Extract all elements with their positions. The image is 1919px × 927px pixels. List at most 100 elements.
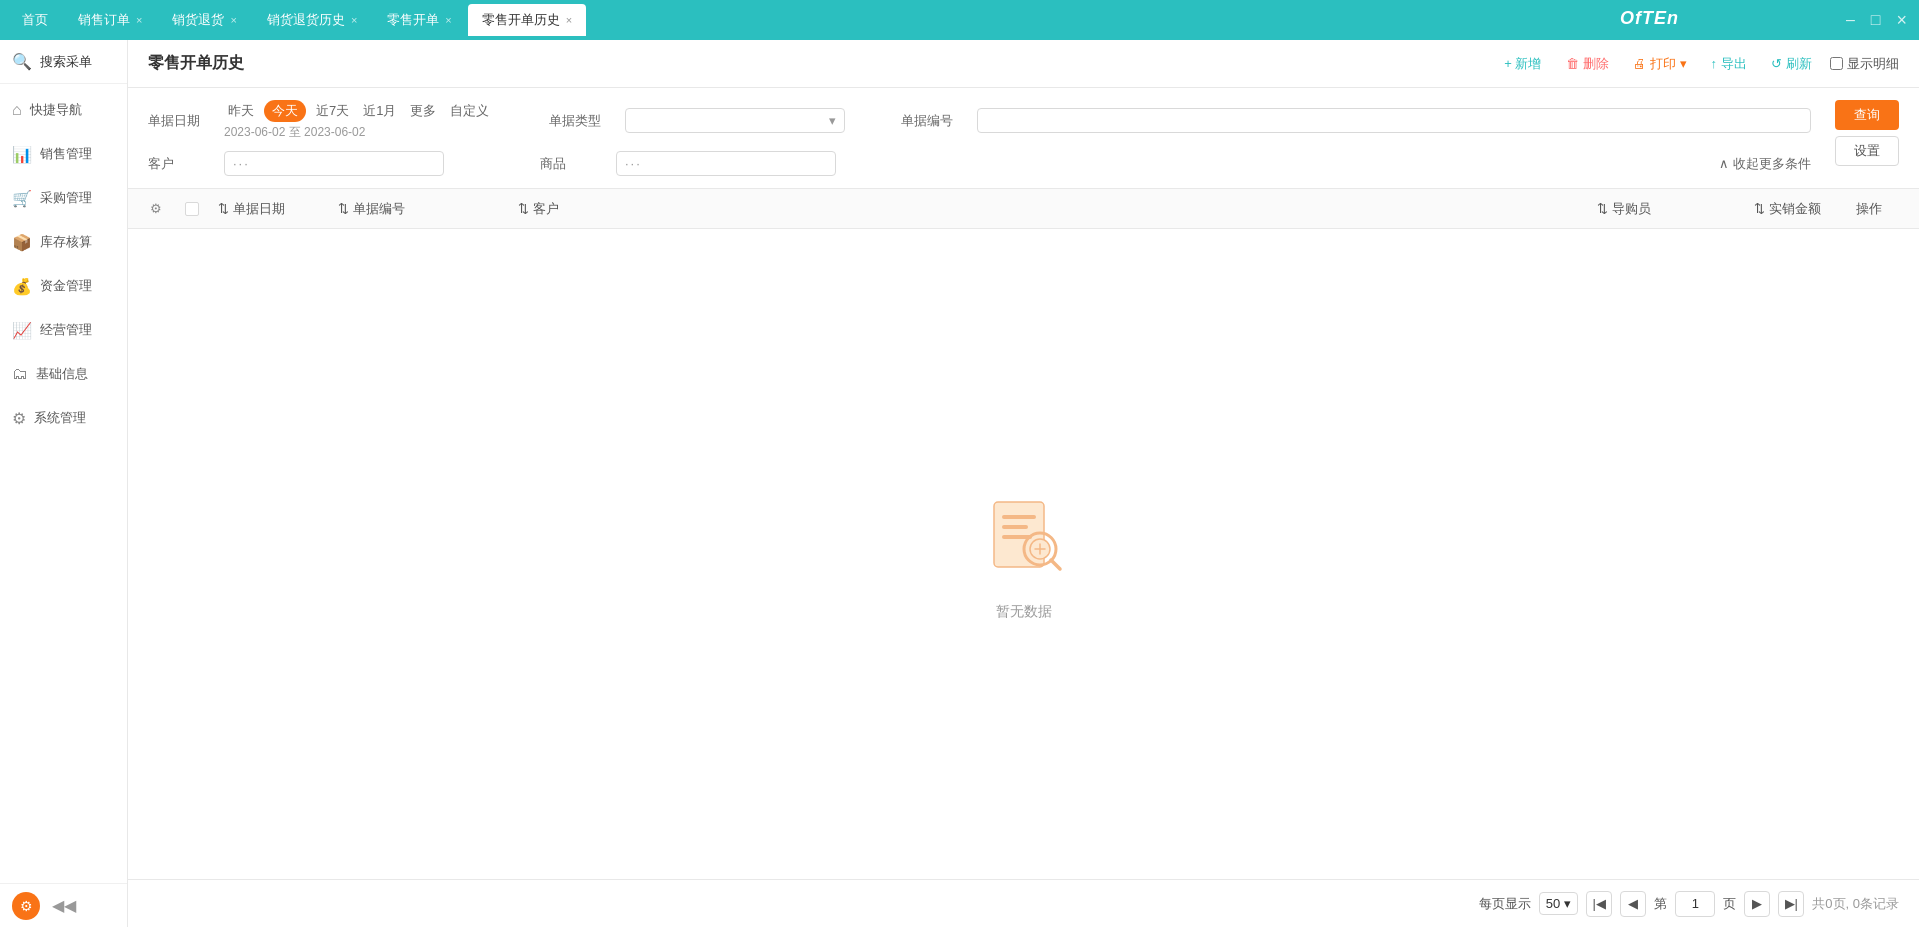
first-page-btn[interactable]: |◀ — [1586, 891, 1612, 917]
action-buttons: 查询 设置 — [1835, 100, 1899, 166]
sidebar-item-sales-mgmt[interactable]: 📊销售管理 — [0, 132, 127, 176]
col-date-sort[interactable]: ⇅ — [218, 201, 229, 216]
goods-input[interactable]: ··· — [616, 151, 836, 176]
tab-retail-open[interactable]: 零售开单× — [373, 4, 465, 36]
purchase-mgmt-icon: 🛒 — [12, 189, 32, 208]
next-page-btn[interactable]: ▶ — [1744, 891, 1770, 917]
sidebar-item-operations[interactable]: 📈经营管理 — [0, 308, 127, 352]
finance-icon: 💰 — [12, 277, 32, 296]
date-shortcut-2[interactable]: 近7天 — [312, 100, 353, 122]
tab-close-retail-open-history[interactable]: × — [566, 15, 572, 26]
tab-home[interactable]: 首页 — [8, 4, 62, 36]
minimize-btn[interactable]: – — [1846, 11, 1855, 29]
collapse-btn[interactable]: ∧ 收起更多条件 — [1719, 155, 1811, 173]
col-orderno-sort[interactable]: ⇅ — [338, 201, 349, 216]
prev-page-btn[interactable]: ◀ — [1620, 891, 1646, 917]
tab-close-retail-open[interactable]: × — [445, 15, 451, 26]
tab-close-sales-return-history[interactable]: × — [351, 15, 357, 26]
customer-label: 客户 — [148, 155, 208, 173]
col-guide-sort[interactable]: ⇅ — [1597, 201, 1608, 216]
filter-row-1: 单据日期 昨天今天近7天近1月更多自定义 2023-06-02 至 2023-0… — [148, 100, 1811, 141]
order-no-input[interactable] — [977, 108, 1811, 133]
page-input[interactable] — [1675, 891, 1715, 917]
collapse-sidebar-btn[interactable]: ◀◀ — [52, 896, 76, 915]
svg-rect-1 — [1002, 515, 1036, 519]
date-shortcut-4[interactable]: 更多 — [406, 100, 440, 122]
toolbar: + 新增 🗑 删除 🖨 打印 ▾ ↑ 导出 ↺ 刷新 — [1498, 51, 1899, 77]
query-button[interactable]: 查询 — [1835, 100, 1899, 130]
date-shortcut-1[interactable]: 今天 — [264, 100, 306, 122]
show-detail-toggle[interactable]: 显示明细 — [1830, 55, 1899, 73]
print-button[interactable]: 🖨 打印 ▾ — [1627, 51, 1693, 77]
last-page-btn[interactable]: ▶| — [1778, 891, 1804, 917]
empty-text: 暂无数据 — [996, 603, 1052, 621]
sidebar-item-finance[interactable]: 💰 资金管理 — [0, 264, 127, 308]
basic-info-icon: 🗂 — [12, 365, 28, 383]
sidebar-item-inventory[interactable]: 📦库存核算 — [0, 220, 127, 264]
customer-input[interactable]: ··· — [224, 151, 444, 176]
delete-button[interactable]: 🗑 删除 — [1560, 51, 1615, 77]
settings-gear-icon[interactable]: ⚙ — [150, 201, 162, 216]
date-shortcut-3[interactable]: 近1月 — [359, 100, 400, 122]
sidebar: 🔍 搜索采单 ⌂ 快捷导航 📊销售管理🛒采购管理📦库存核算 💰 资金管理 📈经营管理 🗂 基础… — [0, 40, 128, 927]
export-button[interactable]: ↑ 导出 — [1705, 51, 1754, 77]
export-label: 导出 — [1721, 55, 1747, 73]
col-amount-sort[interactable]: ⇅ — [1754, 201, 1765, 216]
quick-nav-icon: ⌂ — [12, 101, 22, 119]
col-customer-label: 客户 — [533, 200, 559, 218]
date-shortcut-5[interactable]: 自定义 — [446, 100, 493, 122]
settings-icon[interactable]: ⚙ — [12, 892, 40, 920]
per-page-select[interactable]: 50 ▾ — [1539, 892, 1578, 915]
filter-settings-button[interactable]: 设置 — [1835, 136, 1899, 166]
show-detail-checkbox[interactable] — [1830, 57, 1843, 70]
sidebar-item-label-quick-nav: 快捷导航 — [30, 101, 82, 119]
tab-label-sales-return-history: 销货退货历史 — [267, 11, 345, 29]
col-settings[interactable]: ⚙ — [138, 201, 174, 216]
select-all-checkbox[interactable] — [185, 202, 199, 216]
sidebar-item-label-basic-info: 基础信息 — [36, 365, 88, 383]
order-type-select[interactable]: ▾ — [625, 108, 845, 133]
col-date: ⇅ 单据日期 — [210, 200, 330, 218]
customer-dots: ··· — [233, 156, 250, 171]
sidebar-item-label-sales-mgmt: 销售管理 — [40, 145, 92, 163]
per-page-arrow: ▾ — [1564, 896, 1571, 911]
refresh-icon: ↺ — [1771, 56, 1782, 71]
filter-row-2: 客户 ··· 商品 ··· ∧ 收起更多条件 — [148, 151, 1811, 176]
brand-text: OfTEn — [1620, 8, 1679, 29]
tab-sales-return[interactable]: 销货退货 × — [158, 4, 250, 36]
date-shortcuts: 昨天今天近7天近1月更多自定义 — [224, 100, 493, 122]
sidebar-search[interactable]: 🔍 搜索采单 — [0, 40, 127, 84]
close-btn[interactable]: × — [1896, 10, 1907, 31]
restore-btn[interactable]: □ — [1871, 11, 1881, 29]
sidebar-nav: ⌂ 快捷导航 📊销售管理🛒采购管理📦库存核算 💰 资金管理 📈经营管理 🗂 基础信息 ⚙系统管理 — [0, 84, 127, 883]
tab-close-sales-order[interactable]: × — [136, 15, 142, 26]
col-customer-sort[interactable]: ⇅ — [518, 201, 529, 216]
add-button[interactable]: + 新增 — [1498, 51, 1547, 77]
sidebar-bottom: ⚙ ◀◀ — [0, 883, 127, 927]
date-range: 2023-06-02 至 2023-06-02 — [224, 124, 493, 141]
sidebar-item-label-system: 系统管理 — [34, 409, 86, 427]
col-checkbox[interactable] — [174, 202, 210, 216]
order-type-label: 单据类型 — [549, 112, 609, 130]
tab-label-retail-open-history: 零售开单历史 — [482, 11, 560, 29]
tab-label-sales-return: 销货退货 — [172, 11, 224, 29]
filter-area: 单据日期 昨天今天近7天近1月更多自定义 2023-06-02 至 2023-0… — [128, 88, 1919, 189]
refresh-button[interactable]: ↺ 刷新 — [1765, 51, 1818, 77]
col-amount: ⇅ 实销金额 — [1709, 200, 1829, 218]
page-title: 零售开单历史 — [148, 53, 1498, 74]
sidebar-item-quick-nav[interactable]: ⌂ 快捷导航 — [0, 88, 127, 132]
sidebar-item-system[interactable]: ⚙系统管理 — [0, 396, 127, 440]
tab-retail-open-history[interactable]: 零售开单历史 × — [468, 4, 586, 36]
date-shortcut-0[interactable]: 昨天 — [224, 100, 258, 122]
tab-close-sales-return[interactable]: × — [230, 15, 236, 26]
sidebar-item-basic-info[interactable]: 🗂 基础信息 — [0, 352, 127, 396]
main-layout: 🔍 搜索采单 ⌂ 快捷导航 📊销售管理🛒采购管理📦库存核算 💰 资金管理 📈经营管理 🗂 基础… — [0, 40, 1919, 927]
print-label: 打印 — [1650, 55, 1676, 73]
tab-sales-order[interactable]: 销售订单× — [64, 4, 156, 36]
tab-label-home: 首页 — [22, 11, 48, 29]
order-no-field[interactable] — [986, 113, 1802, 128]
sidebar-item-purchase-mgmt[interactable]: 🛒采购管理 — [0, 176, 127, 220]
tab-sales-return-history[interactable]: 销货退货历史 × — [253, 4, 371, 36]
sidebar-item-label-finance: 资金管理 — [40, 277, 92, 295]
operations-icon: 📈 — [12, 321, 32, 340]
